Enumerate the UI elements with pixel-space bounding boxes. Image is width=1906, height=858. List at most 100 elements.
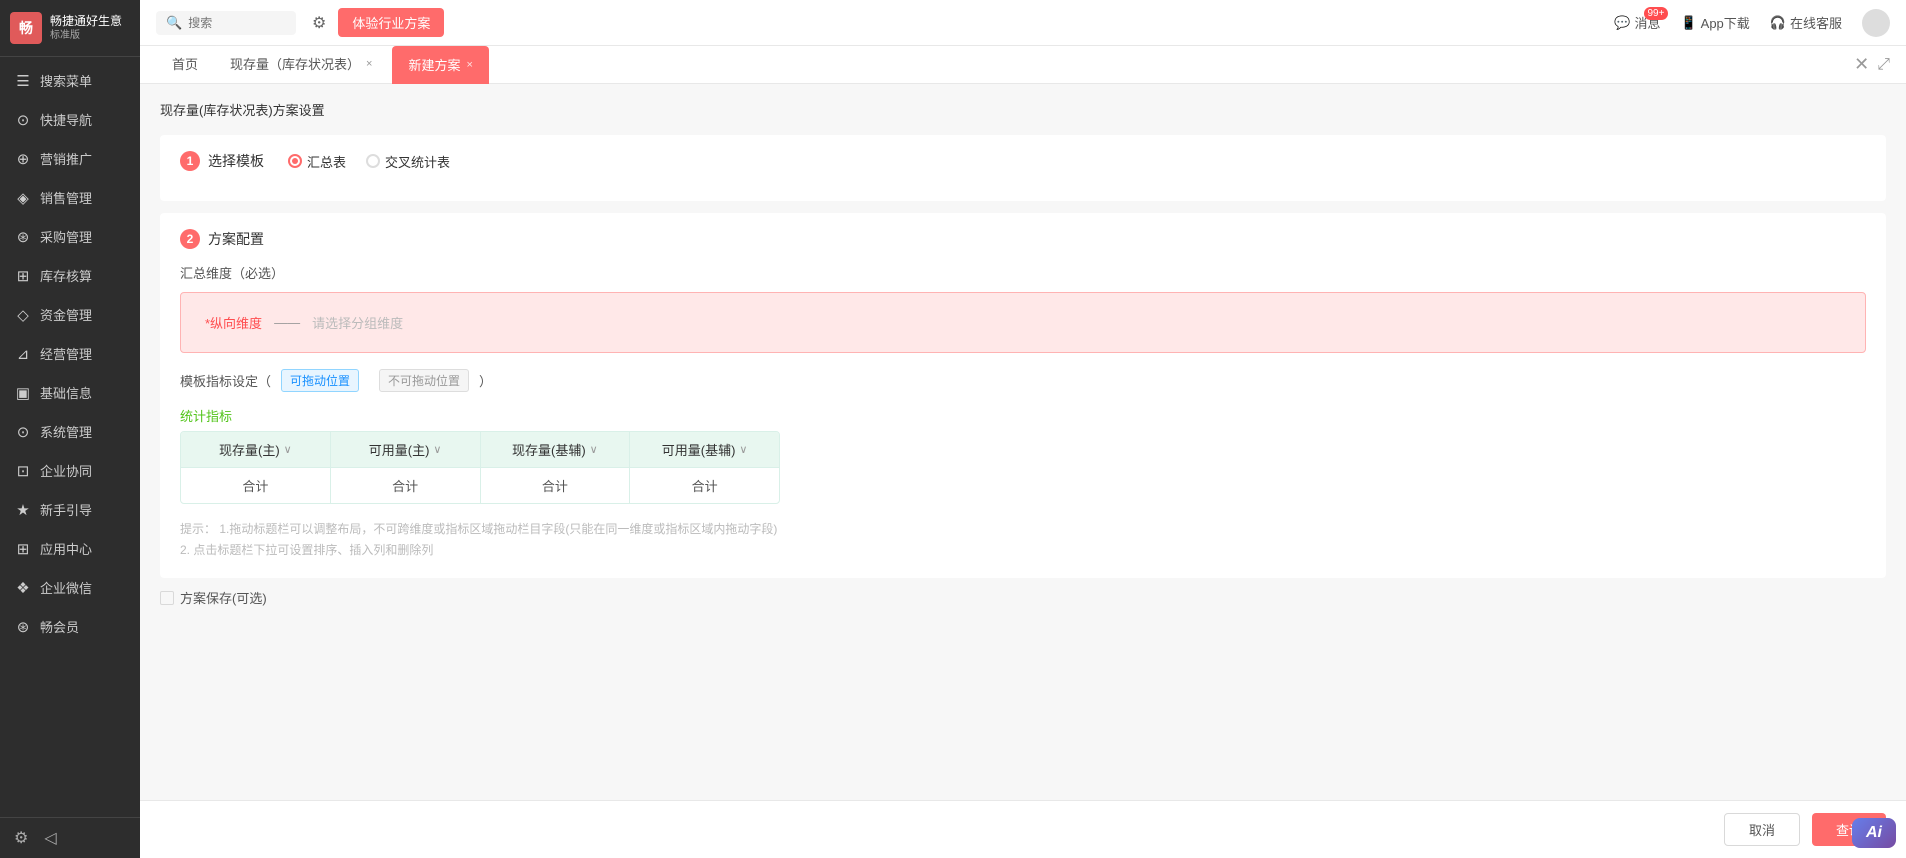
sidebar-item-inventory[interactable]: ⊞ 库存核算 [0,256,140,295]
tab-home[interactable]: 首页 [156,46,214,84]
step2-title: 方案配置 [208,229,264,249]
service-icon: 🎧 [1770,15,1786,31]
sidebar-item-label: 经营管理 [40,344,92,363]
stats-col-3[interactable]: 可用量(基辅) ∨ [630,432,779,467]
metrics-setting: 模板指标设定（ 可拖动位置 不可拖动位置 ） [180,369,1866,392]
sidebar-item-basic[interactable]: ▣ 基础信息 [0,373,140,412]
trial-button[interactable]: 体验行业方案 [338,8,444,37]
sidebar-item-apps[interactable]: ⊞ 应用中心 [0,529,140,568]
logo-icon: 畅 [10,12,42,44]
template-radio-group: 汇总表 交叉统计表 [288,152,450,171]
quick-nav-icon: ⊙ [14,111,32,129]
stats-col-1[interactable]: 可用量(主) ∨ [331,432,481,467]
step1-title: 选择模板 [208,151,264,171]
tip-0: 提示： 1.拖动标题栏可以调整布局，不可跨维度或指标区域拖动栏目字段(只能在同一… [180,520,1866,537]
app-download-link[interactable]: 📱 App下载 [1680,13,1749,32]
dimension-required-label: *纵向维度 [205,313,262,332]
messages-link[interactable]: 💬 消息 99+ [1614,13,1660,32]
metrics-end: ） [479,371,492,390]
sidebar-item-label: 营销推广 [40,149,92,168]
main-panel: 🔍 ⚙ 体验行业方案 💬 消息 99+ 📱 App下载 🎧 在线客服 首页 [140,0,1906,858]
stats-cell-0-3: 合计 [630,468,779,503]
step1-badge: 1 [180,151,200,171]
tips-section: 提示： 1.拖动标题栏可以调整布局，不可跨维度或指标区域拖动栏目字段(只能在同一… [180,520,1866,558]
topbar-gear-icon[interactable]: ⚙ [312,13,326,33]
tab-new-plan-label: 新建方案 [408,55,460,74]
tabs-bar: 首页 现存量（库存状况表） × 新建方案 × ✕ ⤢ [140,46,1906,84]
sidebar-item-operations[interactable]: ⊿ 经营管理 [0,334,140,373]
search-input[interactable] [188,16,268,30]
search-menu-icon: ☰ [14,72,32,90]
stats-col-0[interactable]: 现存量(主) ∨ [181,432,331,467]
page-title: 现存量(库存状况表)方案设置 [160,100,1886,119]
stats-col-1-chevron: ∨ [433,443,441,456]
stats-label: 统计指标 [180,406,1866,425]
radio-summary[interactable]: 汇总表 [288,152,346,171]
tabs-actions: ✕ ⤢ [1854,54,1890,75]
step1-header: 1 选择模板 汇总表 交叉统计表 [180,151,1866,171]
tab-inventory-close[interactable]: × [366,58,372,70]
audio-icon[interactable]: ◁ [44,828,56,848]
radio-cross[interactable]: 交叉统计表 [366,152,450,171]
newbie-icon: ★ [14,501,32,519]
radio-cross-label: 交叉统计表 [385,152,450,171]
sidebar-item-vip[interactable]: ⊛ 畅会员 [0,607,140,646]
close-all-tabs-icon[interactable]: ✕ [1854,54,1869,75]
sidebar-item-system[interactable]: ⊙ 系统管理 [0,412,140,451]
stats-col-2[interactable]: 现存量(基辅) ∨ [481,432,631,467]
radio-summary-circle [288,154,302,168]
apps-icon: ⊞ [14,540,32,558]
radio-summary-label: 汇总表 [307,152,346,171]
expand-tabs-icon[interactable]: ⤢ [1877,56,1890,74]
app-logo: 畅 畅捷通好生意 标准版 [0,0,140,57]
step2-header: 2 方案配置 [180,229,1866,249]
purchase-icon: ⊛ [14,228,32,246]
draggable-badge: 可拖动位置 [281,369,359,392]
search-box[interactable]: 🔍 [156,11,296,35]
sidebar-item-newbie[interactable]: ★ 新手引导 [0,490,140,529]
message-badge: 99+ [1644,7,1669,20]
cooperation-icon: ⊡ [14,462,32,480]
dimension-separator: —— [274,315,300,330]
footer-bar: 取消 查询 [140,800,1906,858]
stats-col-0-chevron: ∨ [284,443,292,456]
sidebar-item-finance[interactable]: ◇ 资金管理 [0,295,140,334]
tab-inventory-label: 现存量（库存状况表） [230,54,360,73]
system-icon: ⊙ [14,423,32,441]
dimension-placeholder: 请选择分组维度 [312,313,403,332]
sidebar-item-wechat[interactable]: ❖ 企业微信 [0,568,140,607]
sidebar-item-quick-nav[interactable]: ⊙ 快捷导航 [0,100,140,139]
ai-badge[interactable]: Ai [1852,818,1896,848]
tab-new-plan-close[interactable]: × [466,59,472,71]
wechat-icon: ❖ [14,579,32,597]
stats-table: 现存量(主) ∨ 可用量(主) ∨ 现存量(基辅) ∨ 可用量(基辅) ∨ [180,431,780,504]
stats-col-1-label: 可用量(主) [369,440,430,459]
tab-home-label: 首页 [172,54,198,73]
online-service-link[interactable]: 🎧 在线客服 [1770,13,1842,32]
sales-icon: ◈ [14,189,32,207]
save-label: 方案保存(可选) [180,588,267,607]
tip-1: 2. 点击标题栏下拉可设置排序、插入列和删除列 [180,541,1866,558]
basic-icon: ▣ [14,384,32,402]
tab-new-plan[interactable]: 新建方案 × [392,46,488,84]
sidebar-item-sales[interactable]: ◈ 销售管理 [0,178,140,217]
sidebar-item-purchase[interactable]: ⊛ 采购管理 [0,217,140,256]
cancel-button[interactable]: 取消 [1724,813,1800,846]
stats-col-0-label: 现存量(主) [219,440,280,459]
stats-table-header: 现存量(主) ∨ 可用量(主) ∨ 现存量(基辅) ∨ 可用量(基辅) ∨ [181,432,779,467]
stats-table-row-0: 合计 合计 合计 合计 [181,467,779,503]
dimension-area[interactable]: *纵向维度 —— 请选择分组维度 [180,292,1866,353]
sidebar-item-label: 系统管理 [40,422,92,441]
stats-cell-0-0: 合计 [181,468,331,503]
save-checkbox[interactable] [160,591,174,605]
settings-icon[interactable]: ⚙ [14,828,28,848]
tab-inventory-status[interactable]: 现存量（库存状况表） × [214,46,388,84]
stats-col-2-chevron: ∨ [590,443,598,456]
sidebar-item-label: 库存核算 [40,266,92,285]
sidebar-item-marketing[interactable]: ⊕ 营销推广 [0,139,140,178]
stats-col-2-label: 现存量(基辅) [512,440,586,459]
topbar-right: 💬 消息 99+ 📱 App下载 🎧 在线客服 [1614,9,1890,37]
sidebar-item-search-menu[interactable]: ☰ 搜索菜单 [0,61,140,100]
sidebar-item-cooperation[interactable]: ⊡ 企业协同 [0,451,140,490]
user-avatar[interactable] [1862,9,1890,37]
